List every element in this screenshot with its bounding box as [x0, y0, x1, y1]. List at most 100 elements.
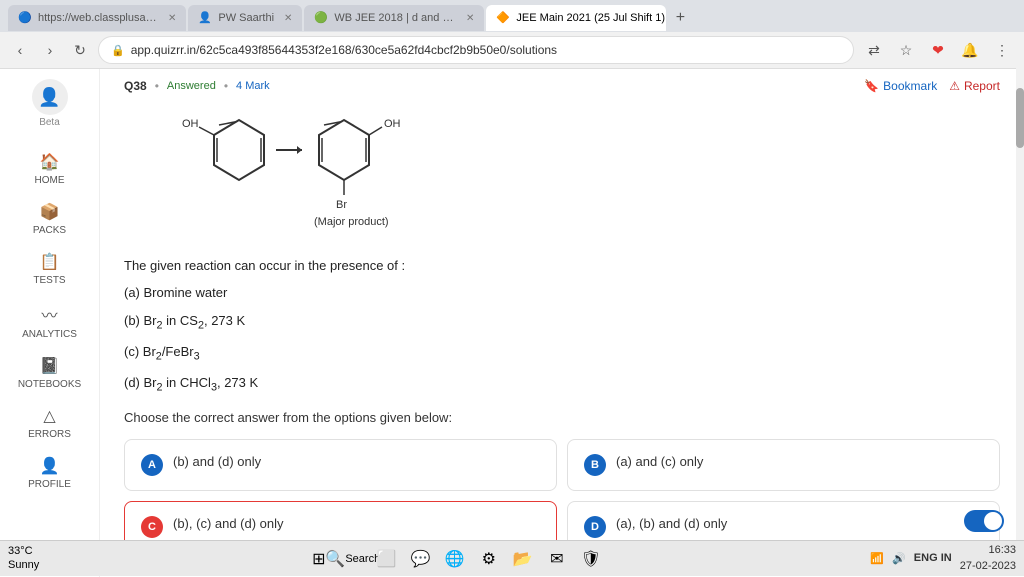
secure-icon: 🔒	[111, 44, 125, 57]
bookmark-button[interactable]: 🔖 Bookmark	[864, 79, 937, 93]
sidebar-item-analytics[interactable]: 〰 ANALYTICS	[0, 294, 99, 348]
sidebar-item-home-label: HOME	[35, 175, 65, 186]
svg-text:OH: OH	[384, 118, 401, 130]
chrome-button[interactable]: 🌐	[440, 544, 470, 574]
question-number: Q38	[124, 79, 147, 93]
tab-3-close[interactable]: ✕	[466, 13, 474, 24]
sidebar-item-profile-label: PROFILE	[28, 479, 71, 490]
app-container: 👤 Beta 🏠 HOME 📦 PACKS 📋 TESTS 〰 ANALYTIC…	[0, 69, 1024, 577]
wifi-icon: 📶	[870, 552, 884, 565]
option-a-answer: (b) and (d) only	[173, 454, 540, 469]
condition: Sunny	[8, 559, 39, 572]
content-area: Q38 • Answered • 4 Mark 🔖 Bookmark ⚠ Rep…	[100, 69, 1024, 577]
bookmark-label: Bookmark	[883, 79, 937, 93]
tab-2-favicon: 👤	[198, 11, 212, 25]
option-circle-a: A	[141, 454, 163, 476]
taskbar-right: 📶 🔊 ENG IN 16:33 27-02-2023	[870, 543, 1016, 574]
option-a-text: (a) Bromine water	[124, 281, 1000, 304]
option-c-text: (c) Br2/FeBr3	[124, 340, 1000, 367]
taskbar-left: 33°C Sunny	[8, 545, 39, 571]
separator2: •	[224, 79, 228, 93]
edge-button[interactable]: 💬	[406, 544, 436, 574]
tab-3-favicon: 🟢	[314, 11, 328, 25]
question-text: The given reaction can occur in the pres…	[124, 254, 1000, 398]
option-circle-b: B	[584, 454, 606, 476]
report-label: Report	[964, 79, 1000, 93]
tab-2-close[interactable]: ✕	[284, 13, 292, 24]
option-d-answer: (a), (b) and (d) only	[616, 516, 983, 531]
question-meta: Q38 • Answered • 4 Mark	[124, 79, 270, 93]
option-circle-c: C	[141, 516, 163, 538]
refresh-button[interactable]: ↻	[68, 38, 92, 62]
new-tab-button[interactable]: +	[668, 6, 692, 30]
sidebar-item-errors[interactable]: △ ERRORS	[0, 398, 99, 448]
report-button[interactable]: ⚠ Report	[949, 79, 1000, 93]
tab-1-title: https://web.classplusapp.com/newAp...	[38, 12, 158, 24]
option-c-answer: (b), (c) and (d) only	[173, 516, 303, 531]
mail-button[interactable]: ✉	[542, 544, 572, 574]
tab-3-title: WB JEE 2018 | d and f Block Elements	[334, 12, 456, 24]
sidebar-item-analytics-label: ANALYTICS	[22, 329, 77, 340]
sidebar-item-home[interactable]: 🏠 HOME	[0, 144, 99, 194]
sidebar-item-profile[interactable]: 👤 PROFILE	[0, 448, 99, 498]
analytics-icon: 〰	[41, 302, 57, 326]
errors-icon: △	[43, 406, 55, 426]
logo-icon: 👤	[32, 79, 68, 115]
profile-button[interactable]: ❤	[924, 36, 952, 64]
search-button[interactable]: 🔍 Search	[338, 544, 368, 574]
address-bar[interactable]: 🔒 app.quizrr.in/62c5ca493f85644353f2e168…	[98, 36, 854, 64]
choose-text: Choose the correct answer from the optio…	[124, 410, 1000, 425]
mark-label: 4 Mark	[236, 80, 270, 92]
answer-option-b[interactable]: B (a) and (c) only	[567, 439, 1000, 491]
sidebar: 👤 Beta 🏠 HOME 📦 PACKS 📋 TESTS 〰 ANALYTIC…	[0, 69, 100, 577]
tests-icon: 📋	[40, 252, 60, 272]
sidebar-item-notebooks[interactable]: 📓 NOTEBOOKS	[0, 348, 99, 398]
alert-button[interactable]: 🔔	[956, 36, 984, 64]
question-header: Q38 • Answered • 4 Mark 🔖 Bookmark ⚠ Rep…	[124, 79, 1000, 93]
svg-text:OH: OH	[182, 118, 199, 130]
brave-button[interactable]: 🛡	[576, 544, 606, 574]
toggle-area	[964, 510, 1004, 532]
forward-button[interactable]: ›	[38, 38, 62, 62]
svg-text:Br: Br	[336, 199, 347, 211]
bookmark-star-button[interactable]: ☆	[892, 36, 920, 64]
scroll-track[interactable]	[1016, 68, 1024, 540]
temperature: 33°C	[8, 545, 39, 558]
toggle-switch[interactable]	[964, 510, 1004, 532]
sidebar-item-packs[interactable]: 📦 PACKS	[0, 194, 99, 244]
option-circle-d: D	[584, 516, 606, 538]
tab-1-favicon: 🔵	[18, 11, 32, 25]
tab-1-close[interactable]: ✕	[168, 13, 176, 24]
tab-2[interactable]: 👤 PW Saarthi ✕	[188, 5, 302, 31]
cast-button[interactable]: ⇄	[860, 36, 888, 64]
sidebar-item-tests[interactable]: 📋 TESTS	[0, 244, 99, 294]
tab-bar: 🔵 https://web.classplusapp.com/newAp... …	[0, 0, 1024, 32]
address-text: app.quizrr.in/62c5ca493f85644353f2e168/6…	[131, 43, 841, 57]
settings-button[interactable]: ⚙	[474, 544, 504, 574]
logo-beta-label: Beta	[39, 117, 60, 128]
home-icon: 🏠	[40, 152, 60, 172]
current-date: 27-02-2023	[960, 559, 1016, 574]
profile-icon: 👤	[40, 456, 60, 476]
toggle-knob	[984, 512, 1002, 530]
back-button[interactable]: ‹	[8, 38, 32, 62]
packs-icon: 📦	[40, 202, 60, 222]
browser-chrome: 🔵 https://web.classplusapp.com/newAp... …	[0, 0, 1024, 69]
tab-1[interactable]: 🔵 https://web.classplusapp.com/newAp... …	[8, 5, 186, 31]
volume-icon: 🔊	[892, 552, 906, 565]
taskbar-center: ⊞ 🔍 Search ⬜ 💬 🌐 ⚙ 📂 ✉ 🛡	[304, 544, 606, 574]
time-block: ENG IN	[914, 551, 952, 566]
explorer-button[interactable]: 📂	[508, 544, 538, 574]
task-view-button[interactable]: ⬜	[372, 544, 402, 574]
menu-button[interactable]: ⋮	[988, 36, 1016, 64]
weather-widget: 33°C Sunny	[8, 545, 39, 571]
tab-3[interactable]: 🟢 WB JEE 2018 | d and f Block Elements ✕	[304, 5, 484, 31]
tab-4[interactable]: 🔶 JEE Main 2021 (25 Jul Shift 1) - Q... …	[486, 5, 666, 31]
sidebar-item-packs-label: PACKS	[33, 225, 66, 236]
option-b-text: (b) Br2 in CS2, 273 K	[124, 309, 1000, 336]
question-intro: The given reaction can occur in the pres…	[124, 254, 1000, 277]
scroll-thumb[interactable]	[1016, 88, 1024, 148]
sidebar-logo: 👤 Beta	[32, 79, 68, 128]
answer-option-a[interactable]: A (b) and (d) only	[124, 439, 557, 491]
tab-4-title: JEE Main 2021 (25 Jul Shift 1) - Q...	[516, 12, 666, 24]
